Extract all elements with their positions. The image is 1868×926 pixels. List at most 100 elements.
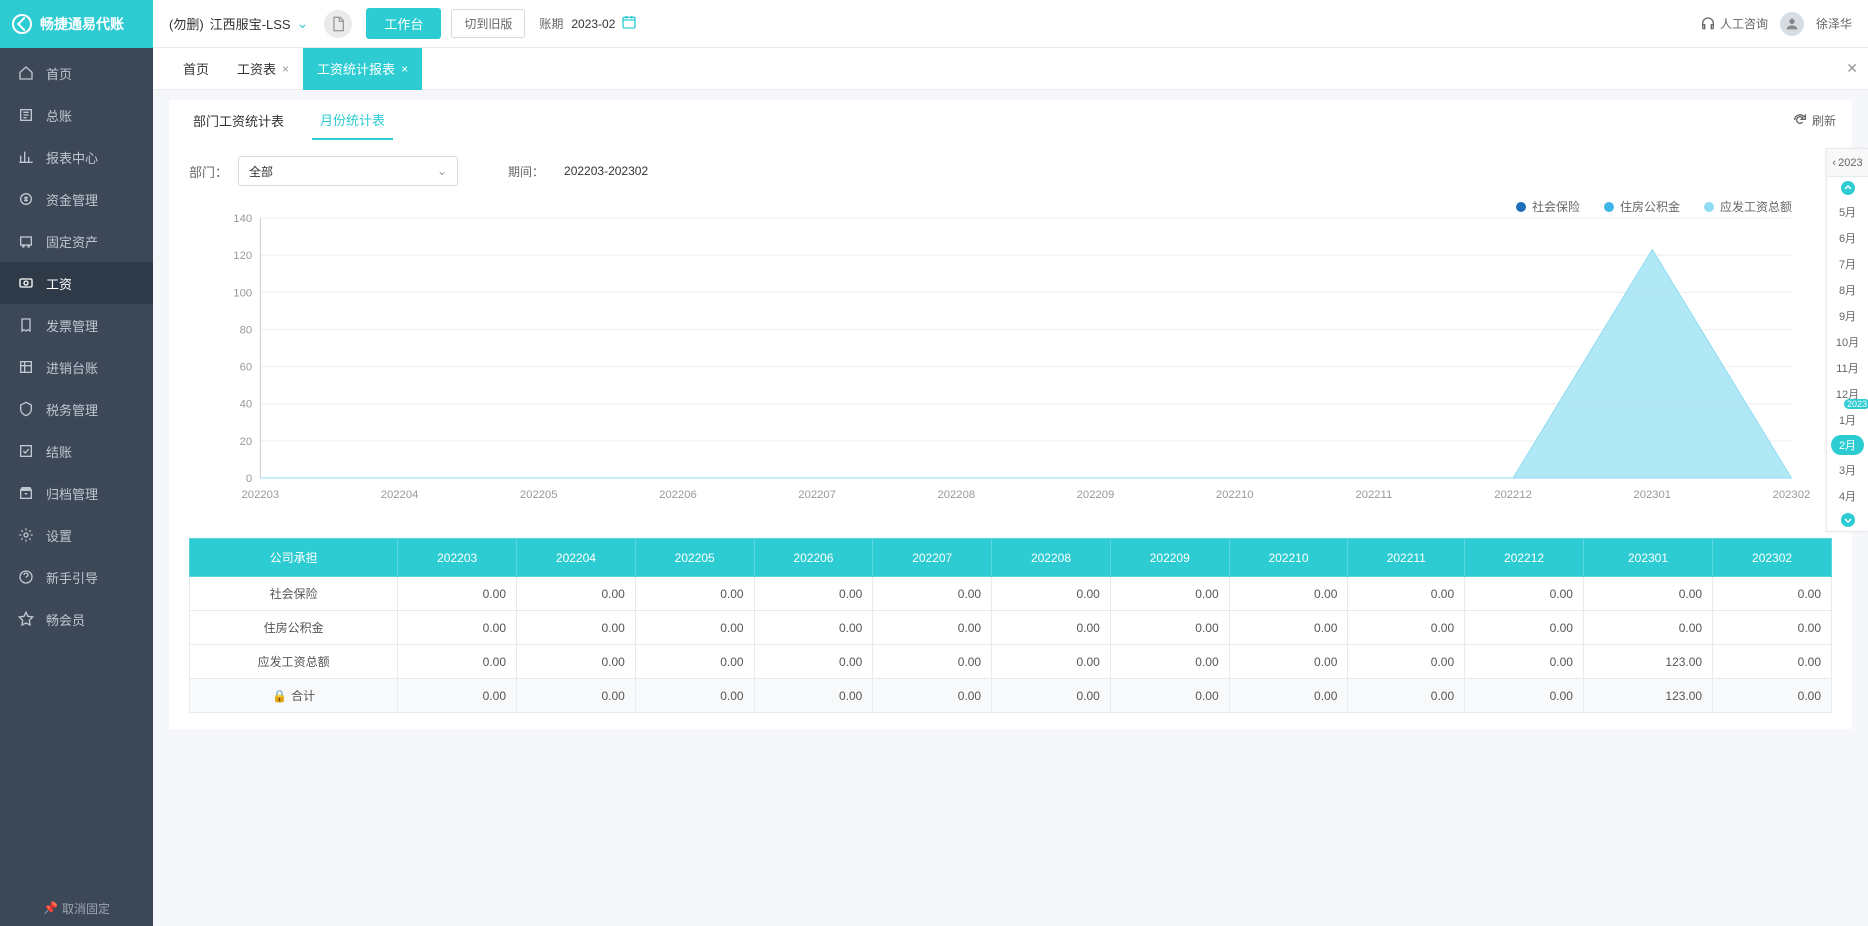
tax-icon [18, 401, 34, 417]
cell: 0.00 [517, 611, 636, 645]
year-tab[interactable]: ‹ 2023 [1827, 149, 1868, 177]
tab-1[interactable]: 工资表× [223, 48, 303, 90]
sidebar-item-label: 发票管理 [46, 316, 98, 335]
month-cell[interactable]: 3月 [1827, 457, 1868, 483]
tab-0[interactable]: 首页 [169, 48, 223, 90]
month-cell[interactable]: 1月2023 [1827, 407, 1868, 433]
svg-text:0: 0 [246, 473, 252, 485]
calendar-icon[interactable] [621, 14, 637, 33]
cell: 0.00 [1465, 577, 1584, 611]
username[interactable]: 徐泽华 [1816, 15, 1852, 32]
sidebar-item-archive[interactable]: 归档管理 [0, 472, 153, 514]
cell: 0.00 [754, 611, 873, 645]
sidebar-item-label: 固定资产 [46, 232, 98, 251]
refresh-button[interactable]: 刷新 [1792, 112, 1836, 129]
cell: 0.00 [1110, 577, 1229, 611]
tab-label: 工资统计报表 [317, 59, 395, 78]
sidebar-item-label: 报表中心 [46, 148, 98, 167]
refresh-label: 刷新 [1812, 112, 1836, 129]
doc-icon-button[interactable] [324, 10, 352, 38]
month-cell[interactable]: 5月 [1827, 199, 1868, 225]
close-icon[interactable]: × [401, 62, 408, 76]
sidebar-item-reports[interactable]: 报表中心 [0, 136, 153, 178]
cell: 0.00 [1465, 611, 1584, 645]
subtab-0[interactable]: 部门工资统计表 [185, 100, 292, 140]
cell: 0.00 [398, 679, 517, 713]
total-label: 🔒合计 [190, 679, 398, 713]
cell: 0.00 [1229, 679, 1348, 713]
home-icon [18, 65, 34, 81]
pin-icon: 📌 [43, 901, 58, 915]
document-icon [330, 16, 346, 32]
switch-old-button[interactable]: 切到旧版 [451, 9, 525, 38]
sidebar-item-home[interactable]: 首页 [0, 52, 153, 94]
cell: 0.00 [754, 645, 873, 679]
company-chevron-icon[interactable]: ⌄ [297, 15, 309, 32]
sidebar-item-fixed-assets[interactable]: 固定资产 [0, 220, 153, 262]
chevron-down-icon: ⌄ [437, 164, 447, 178]
legend-item[interactable]: 社会保险 [1516, 198, 1580, 215]
dept-select[interactable]: 全部 ⌄ [238, 156, 458, 186]
rail-down-button[interactable] [1827, 509, 1868, 531]
svg-text:60: 60 [240, 362, 253, 374]
sidebar-item-funds[interactable]: 资金管理 [0, 178, 153, 220]
sidebar-item-inventory[interactable]: 进销台账 [0, 346, 153, 388]
cell: 0.00 [398, 611, 517, 645]
sidebar-item-tax[interactable]: 税务管理 [0, 388, 153, 430]
invoice-icon [18, 317, 34, 333]
subtabs: 部门工资统计表月份统计表 刷新 [169, 100, 1852, 140]
legend-item[interactable]: 应发工资总额 [1704, 198, 1792, 215]
legend-dot [1516, 202, 1526, 212]
sidebar-item-ledger[interactable]: 总账 [0, 94, 153, 136]
rail-up-button[interactable] [1827, 177, 1868, 199]
svg-text:140: 140 [233, 213, 252, 225]
close-icon[interactable]: × [282, 62, 289, 76]
headset-icon [1700, 16, 1716, 32]
dept-label: 部门： [189, 162, 228, 181]
close-all-tabs-icon[interactable]: ✕ [1846, 60, 1858, 77]
month-cell[interactable]: 2月 [1831, 435, 1864, 455]
svg-text:202211: 202211 [1355, 489, 1392, 501]
cell: 0.00 [1229, 577, 1348, 611]
svg-text:202205: 202205 [520, 489, 558, 501]
table-row: 社会保险0.000.000.000.000.000.000.000.000.00… [190, 577, 1832, 611]
reports-icon [18, 149, 34, 165]
month-cell[interactable]: 10月 [1827, 329, 1868, 355]
period-value[interactable]: 2023-02 [571, 17, 615, 31]
month-cell[interactable]: 7月 [1827, 251, 1868, 277]
company-name[interactable]: 江西服宝-LSS [210, 14, 291, 33]
subtab-1[interactable]: 月份统计表 [312, 100, 393, 140]
table-row: 应发工资总额0.000.000.000.000.000.000.000.000.… [190, 645, 1832, 679]
sidebar-item-member[interactable]: 畅会员 [0, 598, 153, 640]
svg-text:202212: 202212 [1494, 489, 1532, 501]
unpin-button[interactable]: 📌 取消固定 [0, 890, 153, 926]
sidebar-item-label: 畅会员 [46, 610, 85, 629]
workbench-button[interactable]: 工作台 [366, 8, 441, 39]
month-cell[interactable]: 6月 [1827, 225, 1868, 251]
month-cell[interactable]: 4月 [1827, 483, 1868, 509]
cell: 0.00 [873, 611, 992, 645]
help-link[interactable]: 人工咨询 [1700, 15, 1768, 32]
sidebar-item-invoice[interactable]: 发票管理 [0, 304, 153, 346]
period-label: 账期 [539, 15, 563, 32]
month-cell[interactable]: 8月 [1827, 277, 1868, 303]
cell: 0.00 [1713, 645, 1832, 679]
cell: 0.00 [517, 645, 636, 679]
th-col: 202301 [1583, 539, 1712, 577]
cell: 0.00 [1713, 611, 1832, 645]
chart: 社会保险住房公积金应发工资总额 020406080100120140202203… [209, 198, 1812, 518]
legend-label: 社会保险 [1532, 198, 1580, 215]
logo: 畅捷通易代账 [0, 0, 153, 48]
sidebar-item-label: 工资 [46, 274, 72, 293]
month-cell[interactable]: 9月 [1827, 303, 1868, 329]
tab-2[interactable]: 工资统计报表 × [303, 48, 422, 90]
avatar[interactable] [1780, 12, 1804, 36]
legend-item[interactable]: 住房公积金 [1604, 198, 1680, 215]
sidebar-item-closing[interactable]: 结账 [0, 430, 153, 472]
sidebar-item-salary[interactable]: 工资 [0, 262, 153, 304]
sidebar-item-guide[interactable]: 新手引导 [0, 556, 153, 598]
cell: 0.00 [1465, 679, 1584, 713]
sidebar-item-settings[interactable]: 设置 [0, 514, 153, 556]
month-cell[interactable]: 11月 [1827, 355, 1868, 381]
sidebar-item-label: 新手引导 [46, 568, 98, 587]
